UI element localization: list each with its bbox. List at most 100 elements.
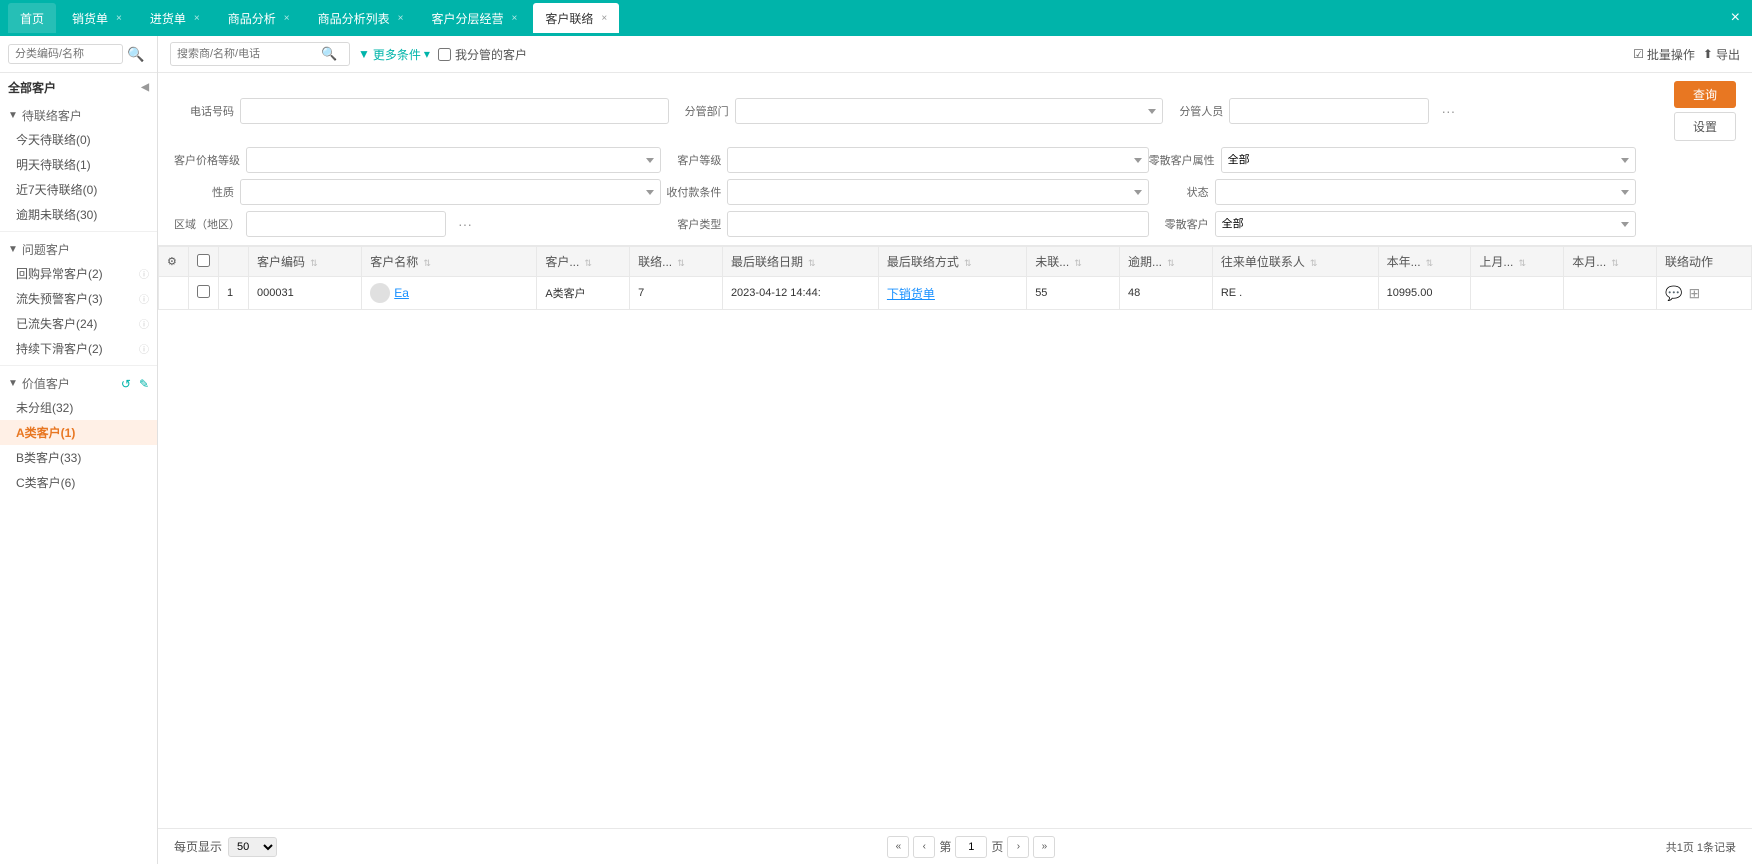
customer-name-link[interactable]: Ea: [394, 286, 409, 300]
sort-method-icon: ⇅: [964, 258, 972, 268]
close-goods-list-tab[interactable]: ×: [398, 13, 404, 24]
settings-button[interactable]: 设置: [1674, 112, 1736, 141]
row-overdue: 48: [1120, 277, 1213, 310]
first-page-btn[interactable]: «: [887, 836, 909, 858]
tab-goods-analysis[interactable]: 商品分析 ×: [216, 3, 302, 33]
tab-customer-seg[interactable]: 客户分层经营 ×: [419, 3, 529, 33]
dept-select[interactable]: [735, 98, 1164, 124]
tab-goods-list[interactable]: 商品分析列表 ×: [306, 3, 416, 33]
sidebar-item-b-class[interactable]: B类客户(33): [0, 445, 157, 470]
batch-op-icon: ☑: [1633, 47, 1644, 61]
sidebar-item-overdue[interactable]: 逾期未联络(30): [0, 202, 157, 227]
col-last-month[interactable]: 上月... ⇅: [1471, 247, 1564, 277]
col-not-contact[interactable]: 未联... ⇅: [1027, 247, 1120, 277]
export-btn[interactable]: ⬆ 导出: [1703, 46, 1740, 63]
next-page-btn[interactable]: ›: [1007, 836, 1029, 858]
chat-action-icon[interactable]: 💬: [1665, 285, 1682, 302]
all-customers-header[interactable]: 全部客户 ◀: [0, 73, 157, 102]
row-seq: 1: [219, 277, 249, 310]
more-filters-btn[interactable]: ▼ 更多条件 ▾: [358, 46, 430, 63]
row-last-method[interactable]: 下销货单: [878, 277, 1026, 310]
close-customer-contact-tab[interactable]: ×: [601, 13, 607, 24]
col-type[interactable]: 客户... ⇅: [537, 247, 630, 277]
tab-sales[interactable]: 销货单 ×: [60, 3, 134, 33]
sidebar-item-today[interactable]: 今天待联络(0): [0, 127, 157, 152]
region-input[interactable]: [246, 211, 446, 237]
col-overdue[interactable]: 逾期... ⇅: [1120, 247, 1213, 277]
sidebar-item-a-class[interactable]: A类客户(1): [0, 420, 157, 445]
col-last-contact-method[interactable]: 最后联络方式 ⇅: [878, 247, 1026, 277]
close-purchase-tab[interactable]: ×: [194, 13, 200, 24]
main-search-input[interactable]: [177, 48, 317, 60]
close-goods-analysis-tab[interactable]: ×: [284, 13, 290, 24]
retail-select[interactable]: 全部: [1215, 211, 1636, 237]
sidebar-search-icon[interactable]: 🔍: [127, 46, 144, 63]
col-code[interactable]: 客户编码 ⇅: [249, 247, 362, 277]
select-all-checkbox[interactable]: [197, 254, 210, 267]
col-this-year[interactable]: 本年... ⇅: [1378, 247, 1471, 277]
edit-value-group-icon[interactable]: ✎: [139, 377, 149, 391]
page-number-input[interactable]: [955, 836, 987, 858]
row-name[interactable]: Ea: [362, 277, 537, 310]
close-all-tabs[interactable]: ×: [1731, 9, 1740, 27]
prev-page-btn[interactable]: ‹: [913, 836, 935, 858]
region-dots-btn[interactable]: ···: [452, 214, 478, 234]
row-checkbox[interactable]: [189, 277, 219, 310]
pay-select[interactable]: [727, 179, 1148, 205]
sidebar-item-7days[interactable]: 近7天待联络(0): [0, 177, 157, 202]
tab-customer-contact[interactable]: 客户联络 ×: [533, 3, 619, 33]
table-settings-col[interactable]: ⚙: [159, 247, 189, 277]
table-area[interactable]: ⚙ 客户编码 ⇅ 客户名称 ⇅ 客户... ⇅: [158, 246, 1752, 828]
row-select-checkbox[interactable]: [197, 285, 210, 298]
price-grade-select[interactable]: [246, 147, 661, 173]
phone-input[interactable]: [240, 98, 669, 124]
bottom-bar: 每页显示 20 50 100 200 « ‹ 第 页 › » 共1页 1条记录: [158, 828, 1752, 864]
sidebar-item-declining[interactable]: 持续下滑客户(2) ⓘ: [0, 336, 157, 361]
sidebar-item-churned[interactable]: 已流失客户(24) ⓘ: [0, 311, 157, 336]
tab-home[interactable]: 首页: [8, 3, 56, 33]
refresh-value-group-icon[interactable]: ↺: [121, 377, 131, 391]
sidebar-item-c-class[interactable]: C类客户(6): [0, 470, 157, 495]
query-button[interactable]: 查询: [1674, 81, 1736, 108]
filter-cell-dept: 分管部门: [669, 98, 1164, 124]
status-select[interactable]: [1215, 179, 1636, 205]
my-customer-checkbox[interactable]: [438, 48, 451, 61]
grade-select[interactable]: [727, 147, 1148, 173]
type-input[interactable]: [727, 211, 1148, 237]
sort-type-icon: ⇅: [584, 258, 592, 268]
status-label: 状态: [1149, 184, 1209, 200]
sidebar-item-ungrouped[interactable]: 未分组(32): [0, 395, 157, 420]
close-customer-seg-tab[interactable]: ×: [511, 13, 517, 24]
info-icon-1: ⓘ: [139, 266, 149, 281]
top-nav: 首页 销货单 × 进货单 × 商品分析 × 商品分析列表 × 客户分层经营 × …: [0, 0, 1752, 36]
close-sales-tab[interactable]: ×: [116, 13, 122, 24]
last-page-btn[interactable]: »: [1033, 836, 1055, 858]
row-actions: 💬 ⊞: [1657, 277, 1752, 310]
nature-select[interactable]: [240, 179, 661, 205]
main-search-icon[interactable]: 🔍: [321, 46, 337, 62]
col-visit-contact[interactable]: 往来单位联系人 ⇅: [1212, 247, 1378, 277]
my-customer-checkbox-area[interactable]: 我分管的客户: [438, 46, 527, 63]
table-header-row: ⚙ 客户编码 ⇅ 客户名称 ⇅ 客户... ⇅: [159, 247, 1752, 277]
sidebar-item-churn-warning[interactable]: 流失预警客户(3) ⓘ: [0, 286, 157, 311]
sidebar-search-input[interactable]: [8, 44, 123, 64]
grid-action-icon[interactable]: ⊞: [1688, 285, 1700, 302]
person-dots-btn[interactable]: ···: [1435, 101, 1461, 121]
col-this-month[interactable]: 本月... ⇅: [1564, 247, 1657, 277]
row-contact: 7: [630, 277, 723, 310]
table-body: 1 000031 Ea A类客户 7 2023-04-12 14:44:: [159, 277, 1752, 310]
retail-attr-select[interactable]: 全部: [1221, 147, 1636, 173]
sidebar-item-tomorrow[interactable]: 明天待联络(1): [0, 152, 157, 177]
table-checkbox-col[interactable]: [189, 247, 219, 277]
tab-purchase[interactable]: 进货单 ×: [138, 3, 212, 33]
col-contact[interactable]: 联络... ⇅: [630, 247, 723, 277]
batch-op-btn[interactable]: ☑ 批量操作: [1633, 46, 1695, 63]
sidebar-item-repurchase-abnormal[interactable]: 回购异常客户(2) ⓘ: [0, 261, 157, 286]
dept-label: 分管部门: [669, 103, 729, 119]
filter-cell-price-grade: 客户价格等级: [174, 147, 661, 173]
col-last-contact-date[interactable]: 最后联络日期 ⇅: [722, 247, 878, 277]
last-method-link[interactable]: 下销货单: [887, 287, 935, 301]
col-name[interactable]: 客户名称 ⇅: [362, 247, 537, 277]
page-size-select[interactable]: 20 50 100 200: [228, 837, 277, 857]
person-input[interactable]: [1229, 98, 1429, 124]
